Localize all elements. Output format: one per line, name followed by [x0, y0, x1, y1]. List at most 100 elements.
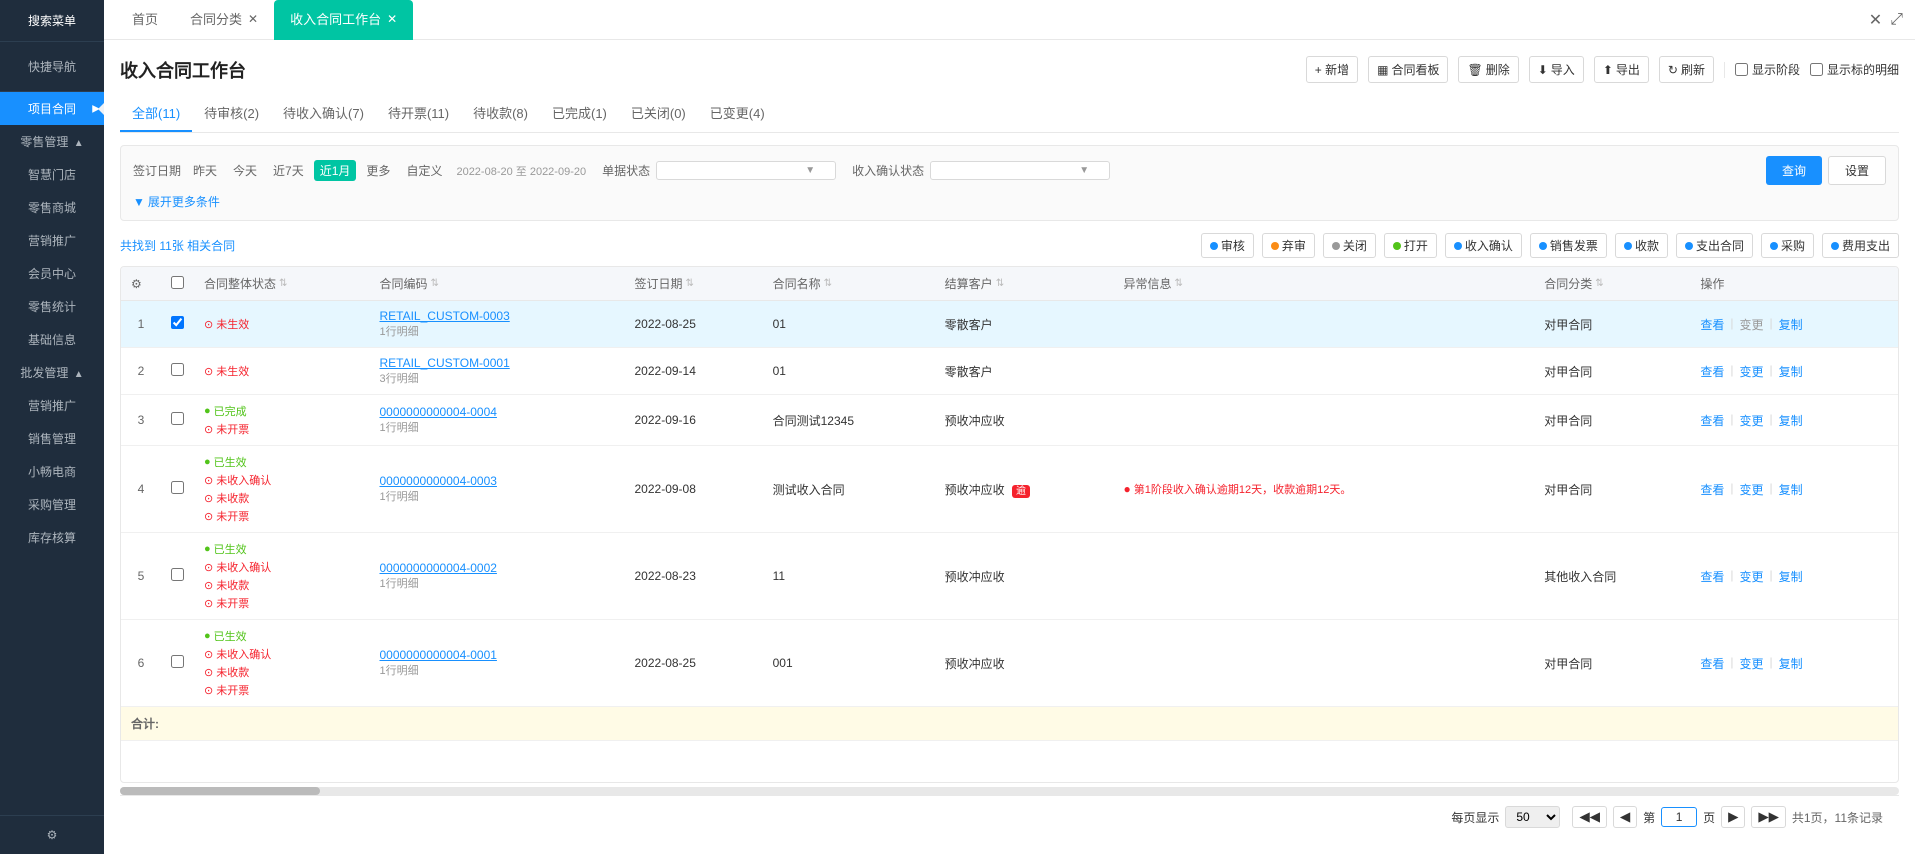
sidebar-item-marketing[interactable]: 营销推广 — [0, 224, 104, 257]
tab-contract-class[interactable]: 合同分类 ✕ — [174, 0, 274, 40]
query-btn[interactable]: 查询 — [1766, 156, 1822, 185]
contract-board-btn[interactable]: ▦ 合同看板 — [1368, 56, 1448, 83]
expand-conditions-btn[interactable]: ▼ 展开更多条件 — [133, 193, 1886, 210]
more-btn[interactable]: 更多 — [360, 160, 396, 181]
sidebar-item-inventory[interactable]: 库存核算 — [0, 521, 104, 554]
sidebar-item-retail-mgmt[interactable]: 零售管理 ▲ — [0, 125, 104, 158]
sidebar-item-project[interactable]: 项目合同 ▶ — [0, 92, 104, 125]
window-close-btn[interactable]: ✕ — [1869, 10, 1882, 30]
row-checkbox[interactable] — [171, 655, 184, 668]
row-checkbox[interactable] — [171, 412, 184, 425]
sidebar-item-member[interactable]: 会员中心 — [0, 257, 104, 290]
tab-income-contract-close[interactable]: ✕ — [387, 12, 397, 26]
th-settings[interactable]: ⚙ — [121, 267, 161, 301]
row-checkbox[interactable] — [171, 363, 184, 376]
copy-btn[interactable]: 复制 — [1779, 655, 1803, 672]
sidebar-gear-btn[interactable]: ⚙ — [0, 816, 104, 854]
row-checkbox-cell[interactable] — [161, 301, 194, 348]
new-btn[interactable]: + 新增 — [1306, 56, 1358, 83]
show-stage-checkbox[interactable]: 显示阶段 — [1735, 61, 1800, 78]
delete-btn[interactable]: 🗑 删除 — [1458, 56, 1518, 83]
change-btn[interactable]: 变更 — [1740, 568, 1764, 585]
select-all-checkbox[interactable] — [171, 276, 184, 289]
filter-tab-pending-invoice[interactable]: 待开票(11) — [376, 95, 461, 132]
custom-btn[interactable]: 自定义 — [400, 160, 448, 181]
contract-code-link[interactable]: 0000000000004-0003 — [379, 474, 496, 488]
week-btn[interactable]: 近7天 — [267, 160, 310, 181]
today-btn[interactable]: 今天 — [227, 160, 263, 181]
change-btn[interactable]: 变更 — [1740, 655, 1764, 672]
row-checkbox[interactable] — [171, 568, 184, 581]
copy-btn[interactable]: 复制 — [1779, 481, 1803, 498]
th-contract-code[interactable]: 合同编码 ⇅ — [369, 267, 624, 301]
sidebar-item-wholesale-mgmt[interactable]: 批发管理 ▲ — [0, 356, 104, 389]
view-btn[interactable]: 查看 — [1700, 363, 1724, 380]
filter-tab-pending-collect[interactable]: 待收款(8) — [461, 95, 540, 132]
last-page-btn[interactable]: ▶▶ — [1751, 806, 1786, 828]
sidebar-item-marketing2[interactable]: 营销推广 — [0, 389, 104, 422]
scrollbar-thumb[interactable] — [120, 787, 320, 795]
th-settlement-customer[interactable]: 结算客户 ⇅ — [935, 267, 1114, 301]
tab-contract-class-close[interactable]: ✕ — [248, 12, 258, 26]
next-page-btn[interactable]: ▶ — [1721, 806, 1745, 828]
copy-btn[interactable]: 复制 — [1779, 568, 1803, 585]
view-btn[interactable]: 查看 — [1700, 316, 1724, 333]
view-btn[interactable]: 查看 — [1700, 568, 1724, 585]
doc-status-select[interactable]: ▼ — [656, 161, 836, 180]
filter-tab-pending-confirm[interactable]: 待收入确认(7) — [271, 95, 376, 132]
filter-tab-changed[interactable]: 已变更(4) — [698, 95, 777, 132]
prev-page-btn[interactable]: ◀ — [1613, 806, 1637, 828]
th-contract-class[interactable]: 合同分类 ⇅ — [1534, 267, 1690, 301]
close-btn[interactable]: 关闭 — [1323, 233, 1376, 258]
show-mark-input[interactable] — [1810, 63, 1823, 76]
view-btn[interactable]: 查看 — [1700, 655, 1724, 672]
th-contract-status[interactable]: 合同整体状态 ⇅ — [194, 267, 369, 301]
settings-btn[interactable]: 设置 — [1828, 156, 1886, 185]
show-stage-input[interactable] — [1735, 63, 1748, 76]
change-btn[interactable]: 变更 — [1740, 316, 1764, 333]
th-abnormal-info[interactable]: 异常信息 ⇅ — [1113, 267, 1534, 301]
row-checkbox-cell[interactable] — [161, 533, 194, 620]
copy-btn[interactable]: 复制 — [1779, 316, 1803, 333]
purchase-btn[interactable]: 采购 — [1761, 233, 1814, 258]
sidebar-item-retail-mall[interactable]: 零售商城 — [0, 191, 104, 224]
row-checkbox-cell[interactable] — [161, 620, 194, 707]
contract-code-link[interactable]: RETAIL_CUSTOM-0003 — [379, 309, 509, 323]
row-checkbox[interactable] — [171, 481, 184, 494]
row-checkbox[interactable] — [171, 316, 184, 329]
collect-btn[interactable]: 收款 — [1615, 233, 1668, 258]
pay-contract-btn[interactable]: 支出合同 — [1676, 233, 1753, 258]
change-btn[interactable]: 变更 — [1740, 412, 1764, 429]
view-btn[interactable]: 查看 — [1700, 481, 1724, 498]
contract-code-link[interactable]: 0000000000004-0002 — [379, 561, 496, 575]
open-btn[interactable]: 打开 — [1384, 233, 1437, 258]
filter-tab-closed[interactable]: 已关闭(0) — [619, 95, 698, 132]
th-contract-name[interactable]: 合同名称 ⇅ — [763, 267, 935, 301]
yesterday-btn[interactable]: 昨天 — [187, 160, 223, 181]
month-btn[interactable]: 近1月 — [314, 160, 357, 181]
change-btn[interactable]: 变更 — [1740, 363, 1764, 380]
export-btn[interactable]: ⬆ 导出 — [1594, 56, 1649, 83]
sidebar-item-sales-mgmt[interactable]: 销售管理 — [0, 422, 104, 455]
window-expand-btn[interactable]: ⤢ — [1890, 11, 1903, 29]
audit-btn[interactable]: 审核 — [1201, 233, 1254, 258]
contract-code-link[interactable]: RETAIL_CUSTOM-0001 — [379, 356, 509, 370]
filter-tab-all[interactable]: 全部(11) — [120, 95, 192, 132]
page-size-dropdown[interactable]: 10 20 50 100 — [1505, 806, 1560, 828]
income-confirm-btn[interactable]: 收入确认 — [1445, 233, 1522, 258]
expense-out-btn[interactable]: 费用支出 — [1822, 233, 1899, 258]
th-check[interactable] — [161, 267, 194, 301]
th-sign-date[interactable]: 签订日期 ⇅ — [625, 267, 763, 301]
filter-tab-completed[interactable]: 已完成(1) — [540, 95, 619, 132]
change-btn[interactable]: 变更 — [1740, 481, 1764, 498]
sidebar-item-retail-stat[interactable]: 零售统计 — [0, 290, 104, 323]
contract-code-link[interactable]: 0000000000004-0004 — [379, 405, 496, 419]
current-page-input[interactable] — [1661, 807, 1697, 827]
filter-tab-pending-audit[interactable]: 待审核(2) — [192, 95, 271, 132]
sidebar-item-quick-nav[interactable]: 快捷导航 — [0, 50, 104, 83]
income-confirm-select[interactable]: ▼ — [930, 161, 1110, 180]
show-mark-checkbox[interactable]: 显示标的明细 — [1810, 61, 1899, 78]
refresh-btn[interactable]: ↻ 刷新 — [1659, 56, 1714, 83]
first-page-btn[interactable]: ◀◀ — [1572, 806, 1607, 828]
abandon-btn[interactable]: 弃审 — [1262, 233, 1315, 258]
